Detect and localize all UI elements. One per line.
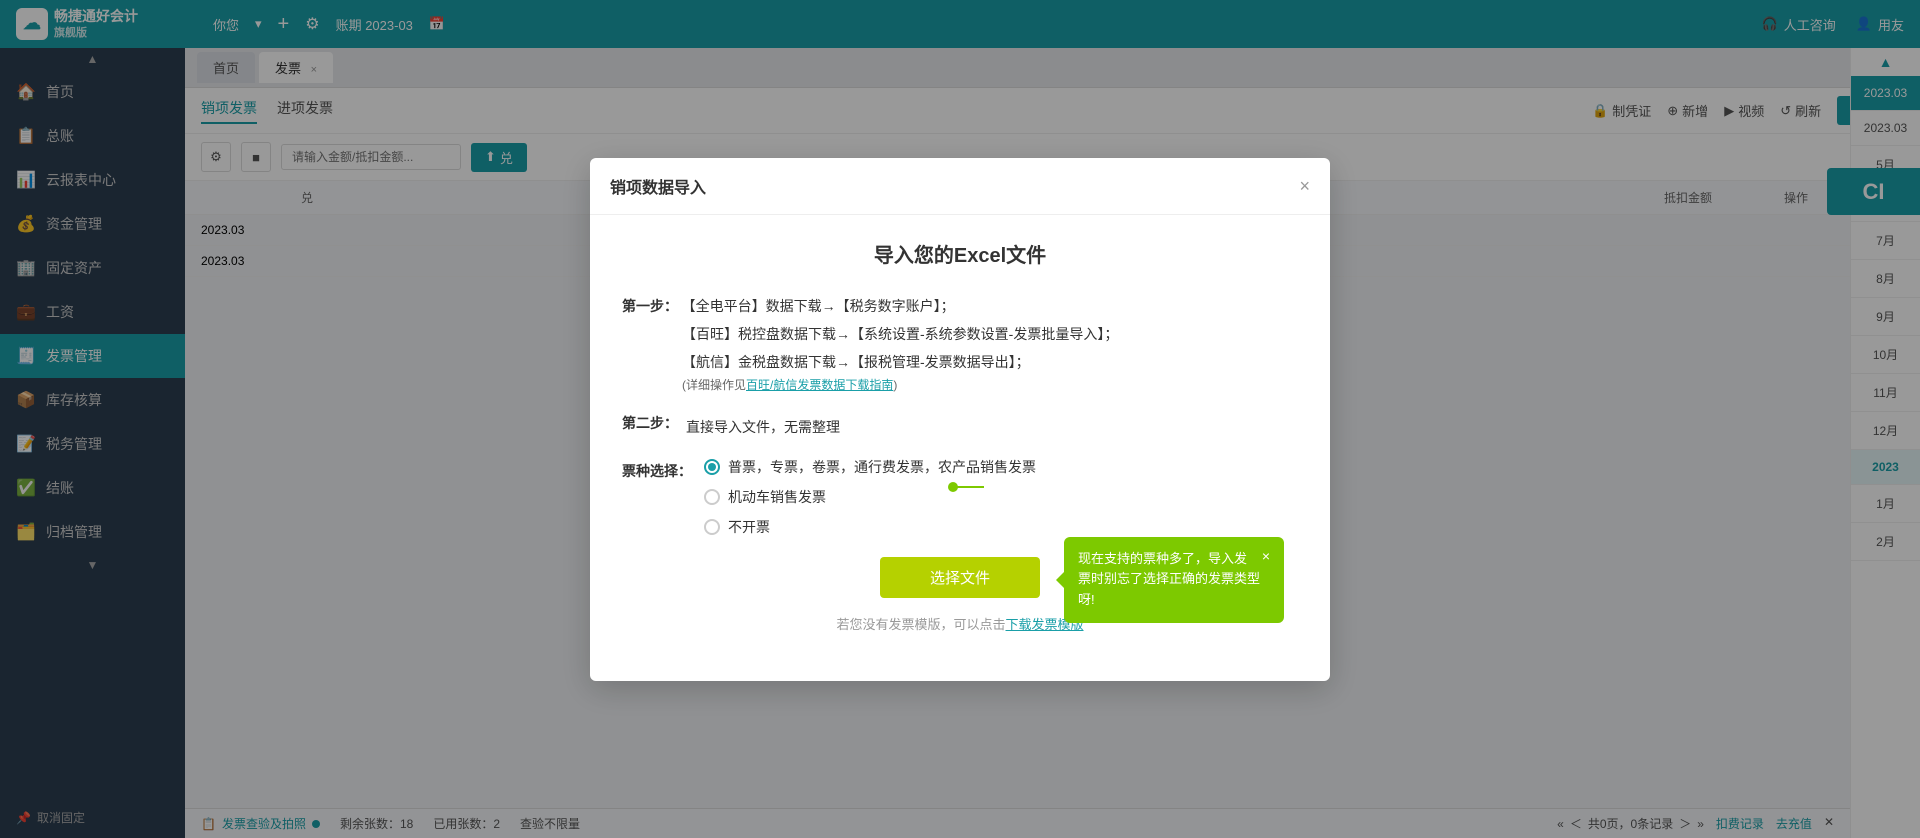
radio-circle-noticket [704, 519, 720, 535]
ticket-label: 票种选择： [622, 457, 692, 485]
modal-overlay: 销项数据导入 × 导入您的Excel文件 第一步： 【全电平台】数据下载→【税务… [0, 0, 1920, 838]
radio-noticket-label: 不开票 [728, 517, 770, 537]
step1-line3: 【航信】金税盘数据下载→【报税管理-发票数据导出】； [622, 354, 1030, 370]
radio-group: 普票，专票，卷票，通行费发票，农产品销售发票 机动车销售发票 × 现在支持的票种… [704, 457, 1036, 537]
step1-indent: 【百旺】税控盘数据下载→【系统设置-系统参数设置-发票批量导入】； [622, 326, 1118, 342]
step1-line1: 【全电平台】数据下载→【税务数字账户】； [682, 298, 955, 314]
modal-title: 销项数据导入 [610, 174, 706, 198]
modal-body: 导入您的Excel文件 第一步： 【全电平台】数据下载→【税务数字账户】； 【百… [590, 215, 1330, 681]
modal-close-button[interactable]: × [1299, 177, 1310, 195]
modal-main-title: 导入您的Excel文件 [622, 239, 1298, 268]
step1-link-wrap: (详细操作见百旺/航信发票数据下载指南) [622, 378, 897, 392]
step2-content: 直接导入文件，无需整理 [686, 413, 840, 441]
import-modal: 销项数据导入 × 导入您的Excel文件 第一步： 【全电平台】数据下载→【税务… [590, 158, 1330, 681]
step1-link-prefix: (详细操作见 [682, 378, 746, 392]
step1-section: 第一步： 【全电平台】数据下载→【税务数字账户】； 【百旺】税控盘数据下载→【系… [622, 292, 1298, 393]
radio-normal[interactable]: 普票，专票，卷票，通行费发票，农产品销售发票 [704, 457, 1036, 477]
tooltip-close-btn[interactable]: × [1262, 549, 1270, 563]
ticket-section: 票种选择： 普票，专票，卷票，通行费发票，农产品销售发票 机动车销售发票 [622, 457, 1298, 537]
tooltip-text: 现在支持的票种多了，导入发票时别忘了选择正确的发票类型呀! [1078, 551, 1260, 608]
step1-guide-link[interactable]: 百旺/航信发票数据下载指南 [746, 378, 893, 392]
radio-circle-motor [704, 489, 720, 505]
step2-label: 第二步： [622, 413, 678, 433]
tooltip-box: × 现在支持的票种多了，导入发票时别忘了选择正确的发票类型呀! [1064, 537, 1284, 623]
radio-motor-label: 机动车销售发票 [728, 487, 826, 507]
tooltip-line [952, 486, 984, 488]
step2-section: 第二步： 直接导入文件，无需整理 [622, 413, 1298, 441]
step1-label: 第一步： [622, 298, 678, 314]
radio-motor[interactable]: 机动车销售发票 × 现在支持的票种多了，导入发票时别忘了选择正确的发票类型呀! [704, 487, 1036, 507]
footer-note-prefix: 若您没有发票模版，可以点击 [836, 617, 1005, 632]
radio-normal-label: 普票，专票，卷票，通行费发票，农产品销售发票 [728, 457, 1036, 477]
select-file-button[interactable]: 选择文件 [880, 557, 1040, 598]
radio-circle-normal [704, 459, 720, 475]
modal-header: 销项数据导入 × [590, 158, 1330, 215]
radio-noticket[interactable]: 不开票 [704, 517, 1036, 537]
